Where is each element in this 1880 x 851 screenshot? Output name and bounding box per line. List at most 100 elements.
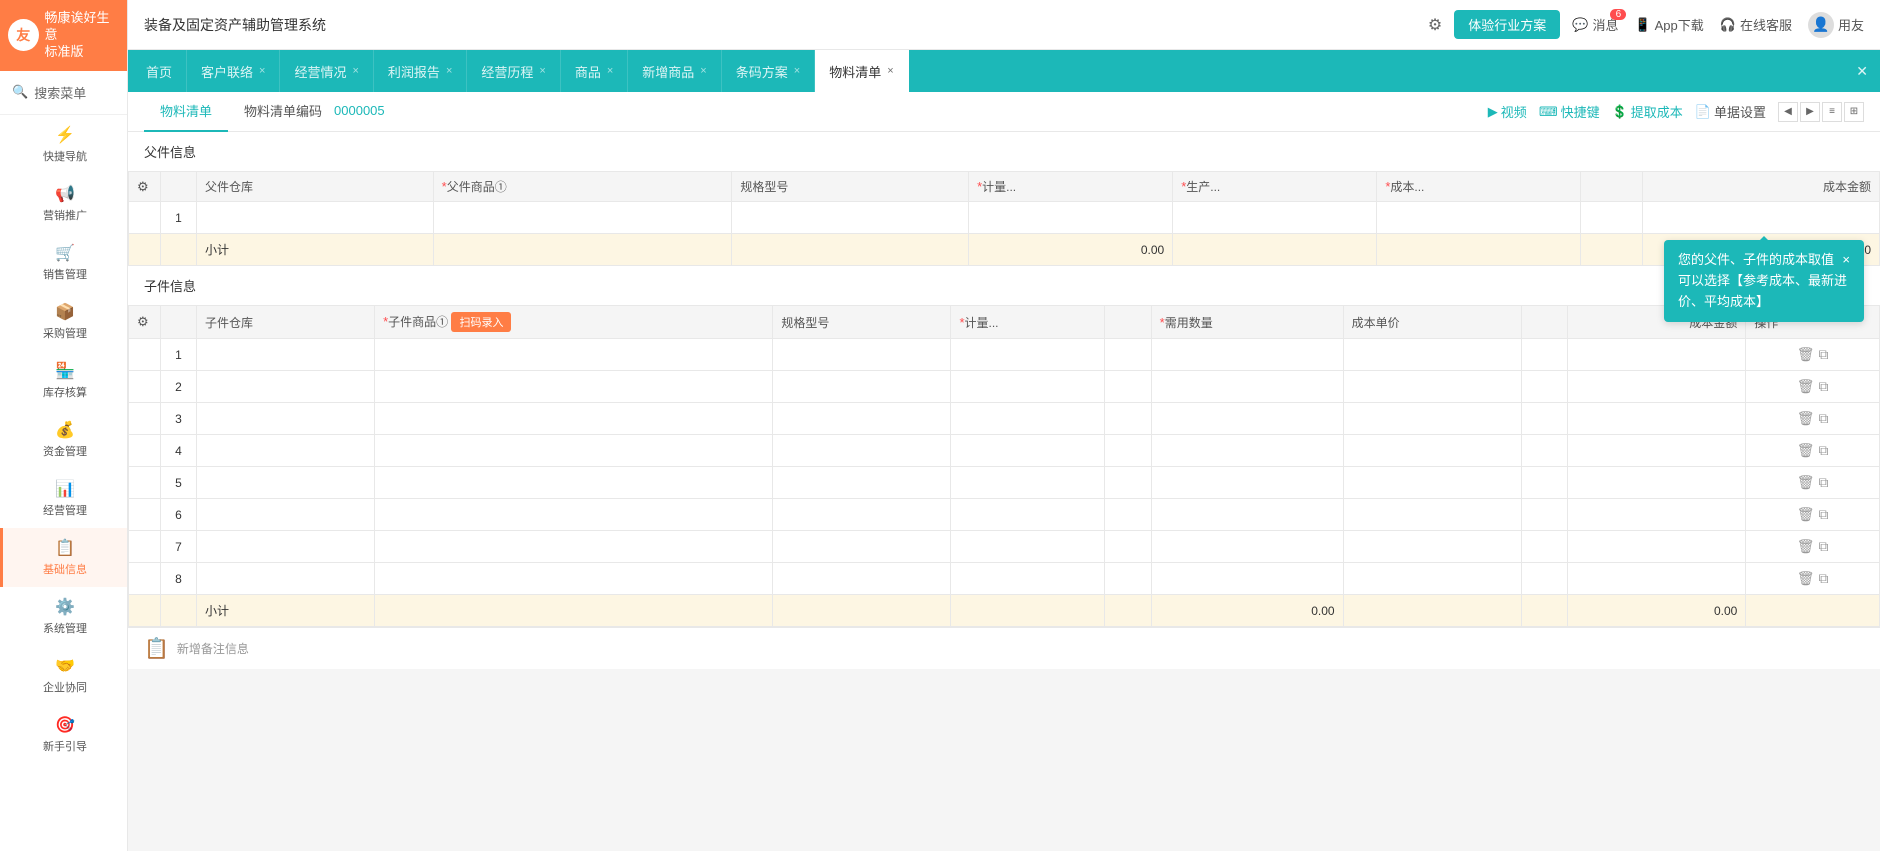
child-row6-unit[interactable]	[951, 499, 1105, 531]
tab-nav-grid[interactable]: ⊞	[1844, 102, 1864, 122]
app-download-button[interactable]: 📱 App下载	[1634, 15, 1703, 34]
child-row6-qty[interactable]	[1151, 499, 1343, 531]
child-row6-unit-cost[interactable]	[1343, 499, 1521, 531]
add-row-text[interactable]: 新增备注信息	[177, 640, 249, 657]
delete-icon-row7[interactable]: 🗑	[1797, 538, 1815, 555]
child-row4-warehouse[interactable]	[197, 435, 375, 467]
settings-icon[interactable]: ⚙	[1428, 15, 1442, 35]
tab-nav-prev[interactable]: ◀	[1778, 102, 1798, 122]
delete-icon-row6[interactable]: 🗑	[1797, 506, 1815, 523]
child-row4-unit-cost[interactable]	[1343, 435, 1521, 467]
child-row2-warehouse[interactable]	[197, 371, 375, 403]
copy-icon-row4[interactable]: ⧉	[1819, 442, 1829, 459]
subtab-bom[interactable]: 物料清单	[144, 92, 228, 132]
child-row7-unit-cost[interactable]	[1343, 531, 1521, 563]
child-row1-warehouse[interactable]	[197, 339, 375, 371]
child-row8-warehouse[interactable]	[197, 563, 375, 595]
sidebar-item-operations[interactable]: 📊 经营管理	[0, 469, 127, 528]
sidebar-item-collab[interactable]: 🤝 企业协同	[0, 646, 127, 705]
tab-products-close[interactable]: ×	[607, 65, 613, 77]
child-row5-unit[interactable]	[951, 467, 1105, 499]
copy-icon-row3[interactable]: ⧉	[1819, 410, 1829, 427]
child-row8-unit[interactable]	[951, 563, 1105, 595]
delete-icon-row4[interactable]: 🗑	[1797, 442, 1815, 459]
parent-row1-unit[interactable]	[969, 202, 1173, 234]
child-row3-unit-cost[interactable]	[1343, 403, 1521, 435]
close-all-tabs-button[interactable]: ✕	[1848, 63, 1876, 80]
tab-bom-close[interactable]: ×	[887, 65, 893, 77]
sidebar-item-purchase[interactable]: 📦 采购管理	[0, 292, 127, 351]
child-row8-spec[interactable]	[773, 563, 951, 595]
search-menu-button[interactable]: 🔍 搜索菜单	[8, 79, 119, 106]
settings-action[interactable]: 📄 单据设置	[1695, 102, 1766, 121]
delete-icon-row2[interactable]: 🗑	[1797, 378, 1815, 395]
child-row5-unit-cost[interactable]	[1343, 467, 1521, 499]
tab-operations[interactable]: 经营情况 ×	[280, 50, 373, 92]
child-row1-unit-cost[interactable]	[1343, 339, 1521, 371]
child-row3-product[interactable]	[375, 403, 773, 435]
child-row6-spec[interactable]	[773, 499, 951, 531]
child-row1-product[interactable]	[375, 339, 773, 371]
child-row1-spec[interactable]	[773, 339, 951, 371]
search-area[interactable]: 🔍 搜索菜单	[0, 71, 127, 115]
tab-profit-close[interactable]: ×	[446, 65, 452, 77]
child-row4-product[interactable]	[375, 435, 773, 467]
tab-barcode[interactable]: 条码方案 ×	[722, 50, 815, 92]
copy-icon-row5[interactable]: ⧉	[1819, 474, 1829, 491]
grid-settings-icon[interactable]: ⚙	[137, 179, 149, 194]
tab-customer-close[interactable]: ×	[259, 65, 265, 77]
child-row2-qty[interactable]	[1151, 371, 1343, 403]
child-row8-unit-cost[interactable]	[1343, 563, 1521, 595]
child-row6-product[interactable]	[375, 499, 773, 531]
child-row2-unit-cost[interactable]	[1343, 371, 1521, 403]
message-button[interactable]: 💬 消息 6	[1572, 15, 1618, 34]
sidebar-item-sales[interactable]: 🛒 销售管理	[0, 233, 127, 292]
subtab-bom-code[interactable]: 物料清单编码 0000005	[228, 92, 401, 132]
online-service-button[interactable]: 🎧 在线客服	[1720, 15, 1792, 34]
view-action[interactable]: ▶ 视频	[1488, 102, 1527, 121]
child-row4-unit[interactable]	[951, 435, 1105, 467]
delete-icon-row1[interactable]: 🗑	[1797, 346, 1815, 363]
tab-profit[interactable]: 利润报告 ×	[374, 50, 467, 92]
tab-nav-next[interactable]: ▶	[1800, 102, 1820, 122]
sidebar-item-system[interactable]: ⚙️ 系统管理	[0, 587, 127, 646]
child-row7-spec[interactable]	[773, 531, 951, 563]
parent-row1-cost[interactable]	[1377, 202, 1581, 234]
parent-row1-spec[interactable]	[732, 202, 969, 234]
tab-history-close[interactable]: ×	[539, 65, 545, 77]
delete-icon-row5[interactable]: 🗑	[1797, 474, 1815, 491]
trial-button[interactable]: 体验行业方案	[1454, 10, 1560, 39]
tab-new-product-close[interactable]: ×	[700, 65, 706, 77]
child-row7-product[interactable]	[375, 531, 773, 563]
child-row5-warehouse[interactable]	[197, 467, 375, 499]
tab-history[interactable]: 经营历程 ×	[467, 50, 560, 92]
sidebar-item-finance[interactable]: 💰 资金管理	[0, 410, 127, 469]
tab-new-product[interactable]: 新增商品 ×	[628, 50, 721, 92]
child-row5-product[interactable]	[375, 467, 773, 499]
tab-nav-menu[interactable]: ≡	[1822, 102, 1842, 122]
tooltip-close-button[interactable]: ×	[1842, 250, 1850, 271]
scan-input-button[interactable]: 扫码录入	[451, 312, 511, 332]
child-row3-unit[interactable]	[951, 403, 1105, 435]
tab-bom[interactable]: 物料清单 ×	[815, 50, 908, 92]
child-row1-unit[interactable]	[951, 339, 1105, 371]
copy-icon-row1[interactable]: ⧉	[1819, 346, 1829, 363]
child-row5-qty[interactable]	[1151, 467, 1343, 499]
tab-customer[interactable]: 客户联络 ×	[187, 50, 280, 92]
child-row3-spec[interactable]	[773, 403, 951, 435]
copy-icon-row2[interactable]: ⧉	[1819, 378, 1829, 395]
child-row4-spec[interactable]	[773, 435, 951, 467]
sidebar-item-quicknav[interactable]: ⚡ 快捷导航	[0, 115, 127, 174]
add-row-icon[interactable]: 📋	[144, 636, 169, 661]
child-row1-qty[interactable]	[1151, 339, 1343, 371]
child-row7-warehouse[interactable]	[197, 531, 375, 563]
child-row2-product[interactable]	[375, 371, 773, 403]
child-row3-warehouse[interactable]	[197, 403, 375, 435]
parent-row1-warehouse[interactable]	[197, 202, 434, 234]
child-grid-settings-icon[interactable]: ⚙	[137, 314, 149, 329]
sidebar-item-marketing[interactable]: 📢 营销推广	[0, 174, 127, 233]
user-button[interactable]: 👤 用友	[1808, 12, 1864, 38]
parent-row1-production[interactable]	[1173, 202, 1377, 234]
child-row4-qty[interactable]	[1151, 435, 1343, 467]
tab-products[interactable]: 商品 ×	[561, 50, 628, 92]
